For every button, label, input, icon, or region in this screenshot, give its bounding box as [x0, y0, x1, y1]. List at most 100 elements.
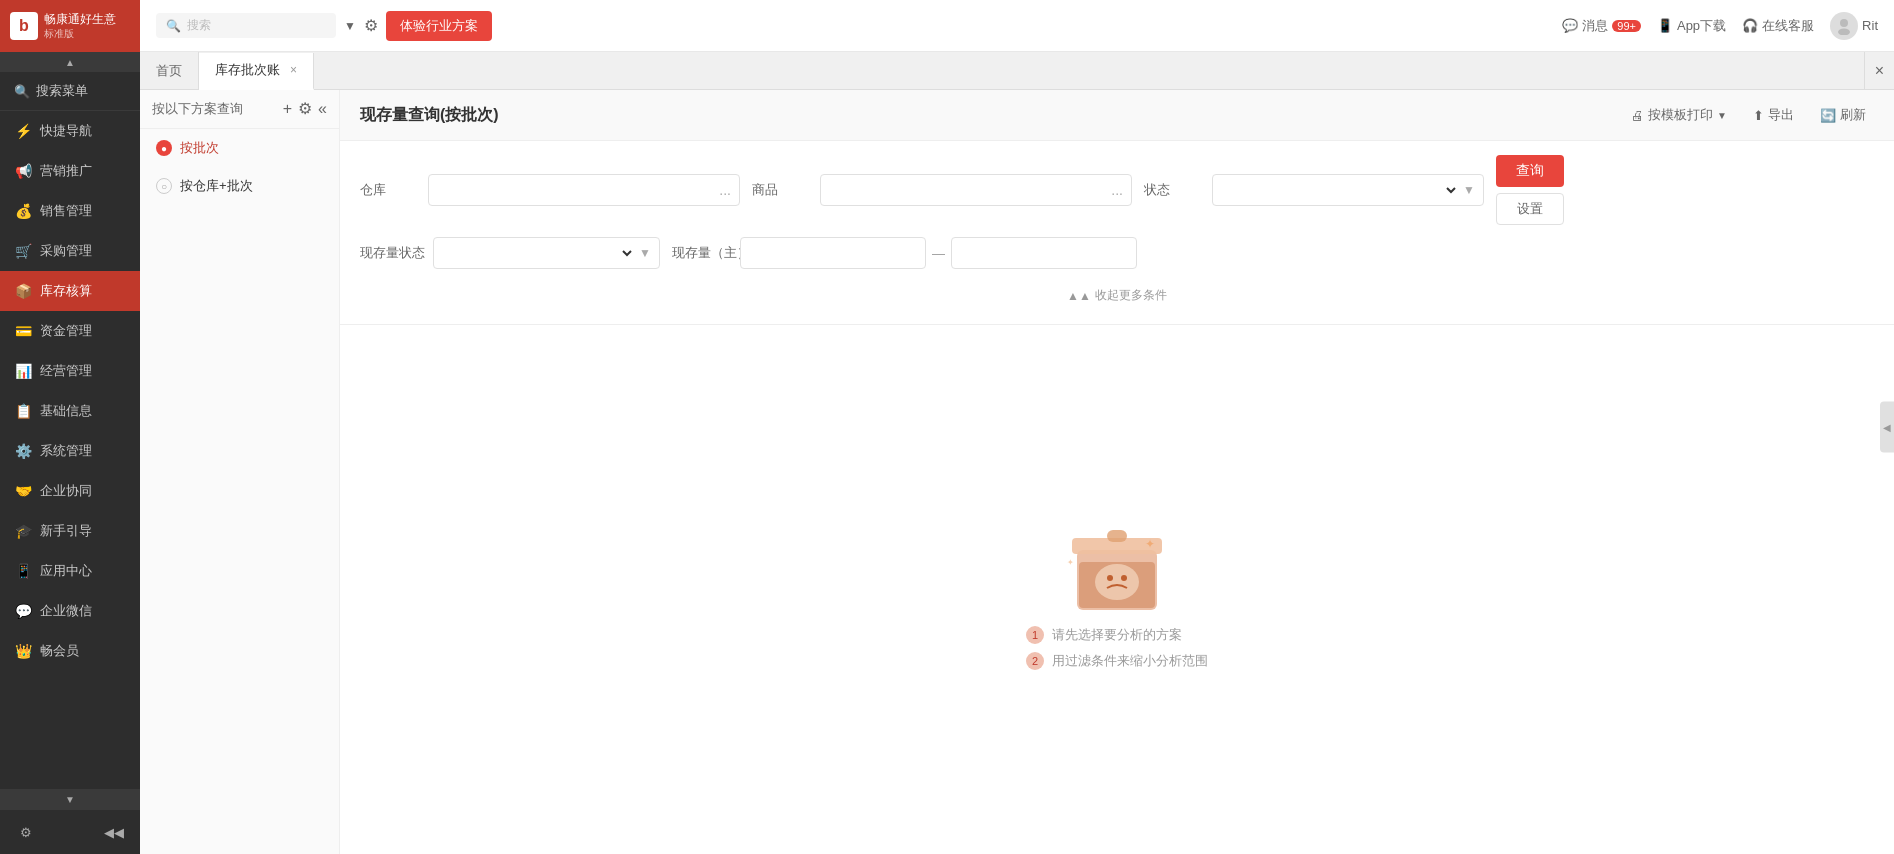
inventory-status-label: 现存量状态 — [360, 244, 425, 262]
scheme-by-warehouse-batch[interactable]: ○ 按仓库+批次 — [140, 167, 339, 205]
scheme-settings-btn[interactable]: ⚙ — [298, 101, 312, 117]
tab-panel-close-btn[interactable]: × — [1864, 52, 1894, 89]
sidebar-item-operations[interactable]: 📊 经营管理 — [0, 351, 140, 391]
sidebar-item-wechat[interactable]: 💬 企业微信 — [0, 591, 140, 631]
refresh-btn[interactable]: 🔄 刷新 — [1812, 102, 1874, 128]
tab-inventory-batch[interactable]: 库存批次账 × — [199, 53, 314, 90]
empty-state: ✦ ✦ 1 请先选择要分析的方案 2 用过滤条件来缩小分析范围 — [340, 325, 1894, 854]
collapse-up-icon: ▲▲ — [1067, 289, 1091, 303]
status-select-wrap[interactable]: ▼ — [1212, 174, 1484, 206]
print-chevron-icon: ▼ — [1717, 110, 1727, 121]
product-dots-btn[interactable]: ... — [1111, 182, 1123, 198]
add-scheme-btn[interactable]: + — [283, 101, 292, 117]
tab-home[interactable]: 首页 — [140, 52, 199, 89]
tab-close-btn[interactable]: × — [290, 63, 297, 77]
sidebar-item-apps[interactable]: 📱 应用中心 — [0, 551, 140, 591]
user-menu-btn[interactable]: Rit — [1830, 12, 1878, 40]
sidebar-item-purchase[interactable]: 🛒 采购管理 — [0, 231, 140, 271]
app-download-label: App下载 — [1677, 17, 1726, 35]
product-input-wrap[interactable]: ... — [820, 174, 1132, 206]
svg-point-6 — [1095, 564, 1139, 600]
finance-icon: 💳 — [14, 322, 32, 340]
sidebar-item-member[interactable]: 👑 畅会员 — [0, 631, 140, 671]
left-panel-header: 按以下方案查询 + ⚙ « — [140, 90, 339, 129]
empty-hint-1: 1 请先选择要分析的方案 — [1026, 626, 1208, 644]
collapse-more-conditions[interactable]: ▲▲ 收起更多条件 — [360, 281, 1874, 310]
sidebar-label-operations: 经营管理 — [40, 362, 92, 380]
sidebar-item-sales[interactable]: 💰 销售管理 — [0, 191, 140, 231]
sidebar-label-finance: 资金管理 — [40, 322, 92, 340]
sidebar-item-quick-nav[interactable]: ⚡ 快捷导航 — [0, 111, 140, 151]
hint-text-2: 用过滤条件来缩小分析范围 — [1052, 652, 1208, 670]
page-header: 现存量查询(按批次) 🖨 按模板打印 ▼ ⬆ 导出 🔄 刷新 — [340, 90, 1894, 141]
empty-hints: 1 请先选择要分析的方案 2 用过滤条件来缩小分析范围 — [1026, 626, 1208, 670]
sidebar-label-quick-nav: 快捷导航 — [40, 122, 92, 140]
topbar-search-box[interactable]: 🔍 搜索 — [156, 13, 336, 38]
inventory-qty-min-input[interactable] — [740, 237, 926, 269]
scheme-by-batch-label: 按批次 — [180, 139, 219, 157]
status-select[interactable] — [1221, 182, 1459, 199]
refresh-label: 刷新 — [1840, 106, 1866, 124]
print-btn[interactable]: 🖨 按模板打印 ▼ — [1623, 102, 1735, 128]
tab-bar: 首页 库存批次账 × × — [140, 52, 1894, 90]
svg-rect-5 — [1107, 530, 1127, 542]
sidebar-item-inventory[interactable]: 📦 库存核算 — [0, 271, 140, 311]
filter-settings-btn[interactable]: 设置 — [1496, 193, 1564, 225]
collapse-panel-btn[interactable]: « — [318, 101, 327, 117]
warehouse-input-wrap[interactable]: ... — [428, 174, 740, 206]
message-btn[interactable]: 💬 消息 99+ — [1562, 17, 1641, 35]
scroll-down-btn[interactable]: ▼ — [0, 789, 140, 809]
sidebar-item-finance[interactable]: 💳 资金管理 — [0, 311, 140, 351]
message-icon: 💬 — [1562, 18, 1578, 33]
inventory-qty-max-input[interactable] — [951, 237, 1137, 269]
trial-btn[interactable]: 体验行业方案 — [386, 11, 492, 41]
sidebar-item-newbie[interactable]: 🎓 新手引导 — [0, 511, 140, 551]
query-btn[interactable]: 查询 — [1496, 155, 1564, 187]
collapse-sidebar-btn[interactable]: ◀◀ — [102, 820, 126, 844]
page-header-actions: 🖨 按模板打印 ▼ ⬆ 导出 🔄 刷新 — [1623, 102, 1874, 128]
sidebar-item-marketing[interactable]: 📢 营销推广 — [0, 151, 140, 191]
sidebar-item-basics[interactable]: 📋 基础信息 — [0, 391, 140, 431]
topbar-dropdown-btn[interactable]: ▼ — [344, 19, 356, 33]
message-label: 消息 — [1582, 17, 1608, 35]
inventory-status-select-wrap[interactable]: ▼ — [433, 237, 660, 269]
scroll-up-btn[interactable]: ▲ — [0, 52, 140, 72]
filter-buttons: 查询 设置 — [1496, 155, 1564, 225]
cooperation-icon: 🤝 — [14, 482, 32, 500]
page-title: 现存量查询(按批次) — [360, 105, 499, 126]
sidebar-item-system[interactable]: ⚙️ 系统管理 — [0, 431, 140, 471]
online-service-btn[interactable]: 🎧 在线客服 — [1742, 17, 1814, 35]
topbar-gear-icon[interactable]: ⚙ — [364, 16, 378, 35]
right-slide-panel-btn[interactable]: ◀ — [1880, 402, 1894, 453]
empty-svg: ✦ ✦ — [1057, 510, 1177, 620]
sidebar-item-cooperation[interactable]: 🤝 企业协同 — [0, 471, 140, 511]
content-area: 按以下方案查询 + ⚙ « ● 按批次 ○ 按仓库+批次 现存量查询(按批次) — [140, 90, 1894, 854]
print-icon: 🖨 — [1631, 108, 1644, 123]
scheme-by-warehouse-batch-label: 按仓库+批次 — [180, 177, 253, 195]
hint-num-2: 2 — [1026, 652, 1044, 670]
product-input[interactable] — [829, 183, 1107, 198]
collapse-label: 收起更多条件 — [1095, 287, 1167, 304]
scheme-by-batch[interactable]: ● 按批次 — [140, 129, 339, 167]
sidebar-scroll: 🔍 搜索菜单 ⚡ 快捷导航 📢 营销推广 💰 销售管理 🛒 采购管理 📦 库存核… — [0, 72, 140, 789]
print-label: 按模板打印 — [1648, 106, 1713, 124]
empty-illustration: ✦ ✦ — [1057, 510, 1177, 610]
sidebar-search[interactable]: 🔍 搜索菜单 — [0, 72, 140, 111]
settings-footer-icon[interactable]: ⚙ — [14, 820, 38, 844]
warehouse-dots-btn[interactable]: ... — [719, 182, 731, 198]
app-download-btn[interactable]: 📱 App下载 — [1657, 17, 1726, 35]
sidebar-label-newbie: 新手引导 — [40, 522, 92, 540]
company-name: 畅康通好生意 — [44, 11, 116, 28]
export-btn[interactable]: ⬆ 导出 — [1745, 102, 1802, 128]
sidebar-label-marketing: 营销推广 — [40, 162, 92, 180]
member-icon: 👑 — [14, 642, 32, 660]
inventory-status-select[interactable] — [442, 245, 635, 262]
status-filter: 状态 ▼ — [1144, 174, 1484, 206]
marketing-icon: 📢 — [14, 162, 32, 180]
sidebar-label-apps: 应用中心 — [40, 562, 92, 580]
status-chevron-icon: ▼ — [1463, 183, 1475, 197]
export-icon: ⬆ — [1753, 108, 1764, 123]
warehouse-input[interactable] — [437, 183, 715, 198]
svg-text:✦: ✦ — [1067, 558, 1074, 567]
topbar-left: 🔍 搜索 ▼ ⚙ 体验行业方案 — [156, 11, 1552, 41]
